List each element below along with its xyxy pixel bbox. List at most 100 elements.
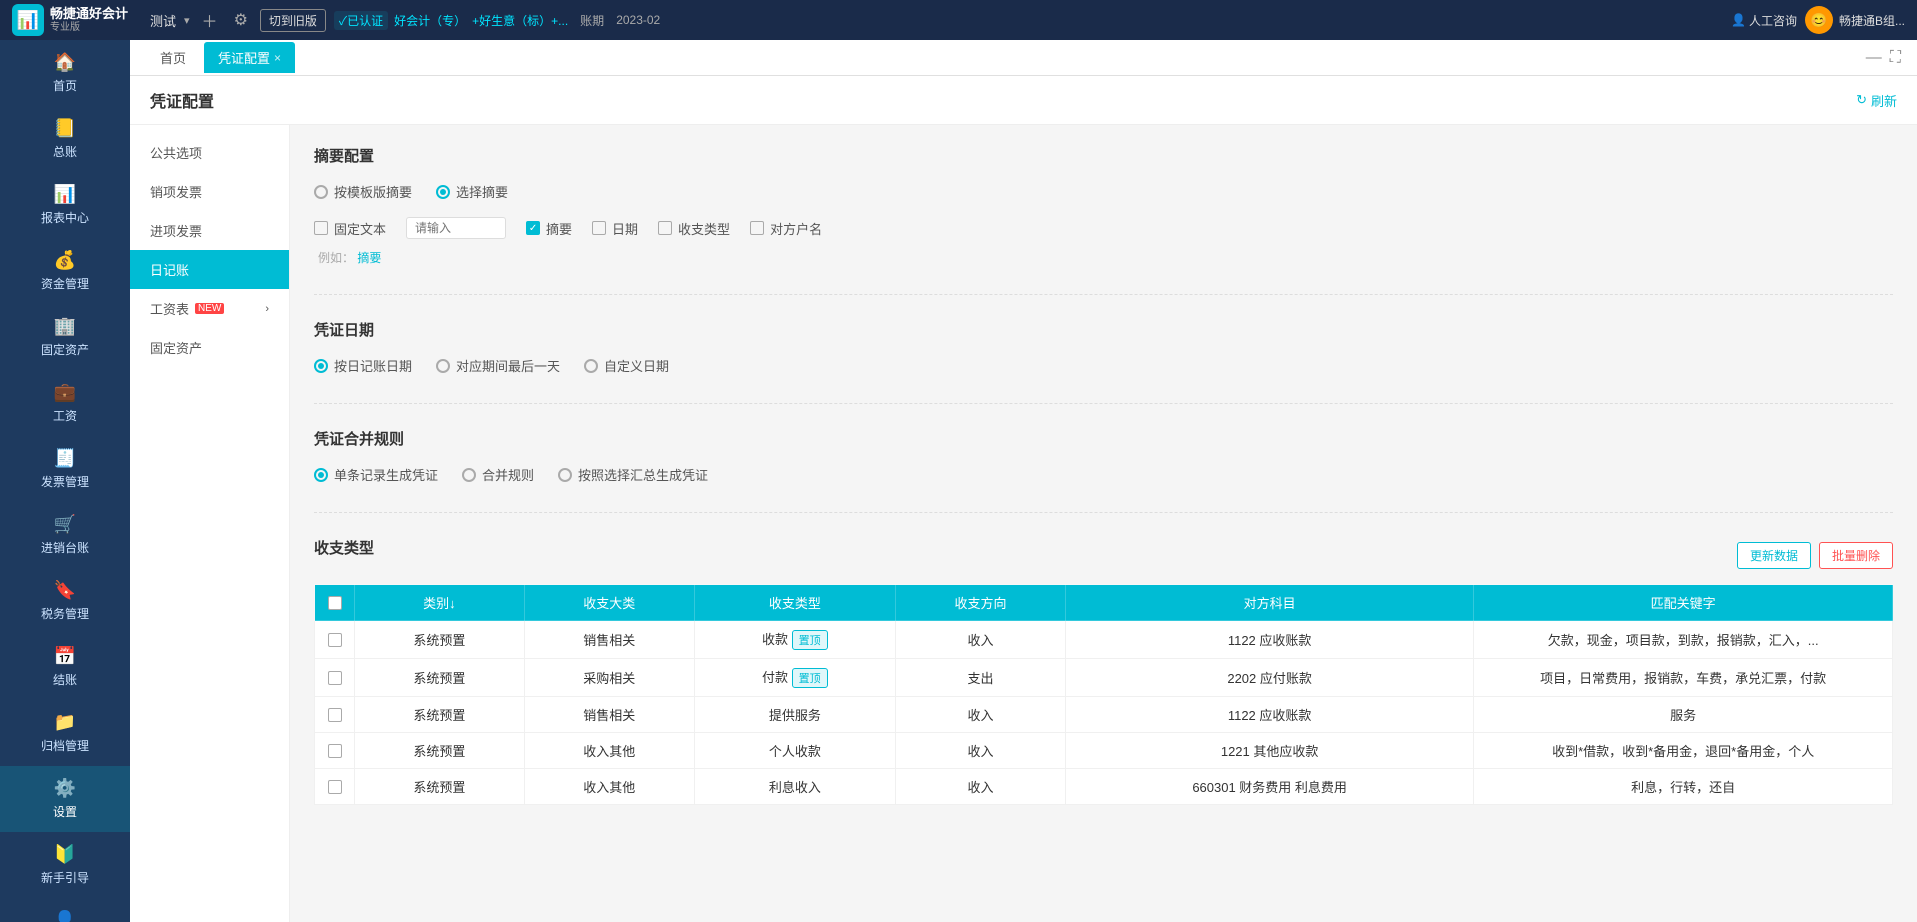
row-checkbox-1[interactable] [315, 621, 355, 659]
report-icon: 📊 [54, 184, 76, 205]
row-big-type-1: 销售相关 [524, 621, 694, 659]
chevron-down-icon[interactable]: ▾ [184, 14, 190, 27]
left-nav-purchase-invoice[interactable]: 进项发票 [130, 211, 289, 250]
sidebar-item-archive[interactable]: 📁 归档管理 [0, 700, 130, 766]
row-direction-1: 收入 [896, 621, 1066, 659]
col-big-type: 收支大类 [524, 585, 694, 621]
row-checkbox-3[interactable] [315, 697, 355, 733]
logo-icon: 📊 [12, 4, 44, 36]
row-direction-2: 支出 [896, 659, 1066, 697]
row-account-3: 1122 应收账款 [1065, 697, 1473, 733]
radio-single-record[interactable]: 单条记录生成凭证 [314, 465, 438, 484]
certified-tag: ✓已认证 [334, 11, 388, 30]
radio-select-summary[interactable]: 选择摘要 [436, 182, 508, 201]
sidebar-item-close[interactable]: 📅 结账 [0, 634, 130, 700]
refresh-icon: ↻ [1856, 92, 1867, 108]
refresh-button[interactable]: ↻ 刷新 [1856, 91, 1897, 110]
switch-version-button[interactable]: 切到旧版 [260, 9, 326, 32]
sidebar-item-label: 结账 [53, 671, 77, 688]
example-text: 例如： 摘要 [318, 249, 1893, 266]
fixed-text-input[interactable] [406, 217, 506, 239]
archive-icon: 📁 [54, 712, 76, 733]
radio-custom-date[interactable]: 自定义日期 [584, 356, 669, 375]
radio-circle-select-sum [558, 468, 572, 482]
sidebar-item-report[interactable]: 📊 报表中心 [0, 172, 130, 238]
row-big-type-5: 收入其他 [524, 769, 694, 805]
sidebar-item-salary[interactable]: 💼 工资 [0, 370, 130, 436]
sidebar-item-guide[interactable]: 🔰 新手引导 [0, 832, 130, 898]
maximize-icon[interactable]: ⛶ [1890, 49, 1901, 67]
radio-circle-single [314, 468, 328, 482]
tab-voucher-config[interactable]: 凭证配置 × [204, 42, 295, 73]
radio-period-last[interactable]: 对应期间最后一天 [436, 356, 560, 375]
top-tag-1[interactable]: 置顶 [792, 630, 828, 650]
col-checkbox[interactable] [315, 585, 355, 621]
row-category-4: 系统预置 [355, 733, 525, 769]
tab-close-icon[interactable]: × [274, 51, 281, 65]
checkbox-date[interactable]: 日期 [592, 219, 638, 238]
update-data-button[interactable]: 更新数据 [1737, 542, 1811, 569]
finance-icon: 💰 [54, 250, 76, 271]
salary-icon: 💼 [54, 382, 76, 403]
top-tag-2[interactable]: 置顶 [792, 668, 828, 688]
sidebar-item-label: 发票管理 [41, 473, 89, 490]
user-name: 畅捷通B组... [1839, 12, 1905, 29]
sidebar-item-asset[interactable]: 🏢 固定资产 [0, 304, 130, 370]
left-nav-public[interactable]: 公共选项 [130, 133, 289, 172]
sidebar-item-label: 归档管理 [41, 737, 89, 754]
help-button[interactable]: 👤 人工咨询 [1731, 12, 1797, 29]
sidebar-item-invoice[interactable]: 🧾 发票管理 [0, 436, 130, 502]
row-category-5: 系统预置 [355, 769, 525, 805]
table-row: 系统预置 销售相关 提供服务 收入 1122 应收账款 服务 [315, 697, 1893, 733]
left-nav-journal[interactable]: 日记账 [130, 250, 289, 289]
sidebar-item-member[interactable]: 👤 畅会员 [0, 898, 130, 922]
checkbox-summary[interactable]: ✓ 摘要 [526, 219, 572, 238]
sidebar-item-finance[interactable]: 💰 资金管理 [0, 238, 130, 304]
row-big-type-2: 采购相关 [524, 659, 694, 697]
radio-circle-select [436, 185, 450, 199]
left-nav-salary-table[interactable]: 工资表 NEW › [130, 289, 289, 328]
col-account: 对方科目 [1065, 585, 1473, 621]
row-checkbox-2[interactable] [315, 659, 355, 697]
checkbox-pay-type[interactable]: 收支类型 [658, 219, 730, 238]
radio-template[interactable]: 按模板版摘要 [314, 182, 412, 201]
summary-section: 摘要配置 按模板版摘要 选择摘要 [314, 145, 1893, 266]
row-type-4: 个人收款 [694, 733, 895, 769]
sidebar-item-label: 首页 [53, 77, 77, 94]
sidebar-item-ledger[interactable]: 📒 总账 [0, 106, 130, 172]
date-radio-group: 按日记账日期 对应期间最后一天 自定义日期 [314, 356, 1893, 375]
gear-icon[interactable]: ⚙ [230, 8, 252, 32]
row-type-5: 利息收入 [694, 769, 895, 805]
checkbox-counterpart[interactable]: 对方户名 [750, 219, 822, 238]
checkbox-fixed-text[interactable]: 固定文本 [314, 219, 386, 238]
minimize-icon[interactable]: — [1866, 49, 1882, 67]
radio-journal-date[interactable]: 按日记账日期 [314, 356, 412, 375]
checkbox-row: 固定文本 ✓ 摘要 日期 收支类型 [314, 217, 1893, 239]
user-info[interactable]: 😊 畅捷通B组... [1805, 6, 1905, 34]
tab-home[interactable]: 首页 [146, 42, 200, 73]
radio-merge-rule[interactable]: 合并规则 [462, 465, 534, 484]
row-checkbox-4[interactable] [315, 733, 355, 769]
radio-select-summary-gen[interactable]: 按照选择汇总生成凭证 [558, 465, 708, 484]
sidebar-item-label: 进销台账 [41, 539, 89, 556]
row-keywords-5: 利息，行转，还自 [1474, 769, 1893, 805]
period-value[interactable]: 2023-02 [616, 13, 660, 27]
row-checkbox-5[interactable] [315, 769, 355, 805]
left-nav-sales-invoice[interactable]: 销项发票 [130, 172, 289, 211]
sidebar-item-purchase[interactable]: 🛒 进销台账 [0, 502, 130, 568]
sidebar-item-settings[interactable]: ⚙️ 设置 [0, 766, 130, 832]
batch-delete-button[interactable]: 批量删除 [1819, 542, 1893, 569]
sidebar-item-tax[interactable]: 🔖 税务管理 [0, 568, 130, 634]
row-keywords-3: 服务 [1474, 697, 1893, 733]
test-name: 测试 [150, 11, 176, 30]
main-wrap: 首页 凭证配置 × — ⛶ 凭证配置 ↻ 刷新 公共选项 [130, 40, 1917, 922]
sidebar-item-label: 工资 [53, 407, 77, 424]
tab-controls: — ⛶ [1866, 49, 1901, 67]
row-direction-3: 收入 [896, 697, 1066, 733]
arrow-icon: › [265, 303, 269, 315]
left-nav-fixed-asset[interactable]: 固定资产 [130, 328, 289, 367]
add-button[interactable]: ＋ [198, 6, 222, 34]
sidebar-item-home[interactable]: 🏠 首页 [0, 40, 130, 106]
radio-circle-period [436, 359, 450, 373]
row-big-type-4: 收入其他 [524, 733, 694, 769]
